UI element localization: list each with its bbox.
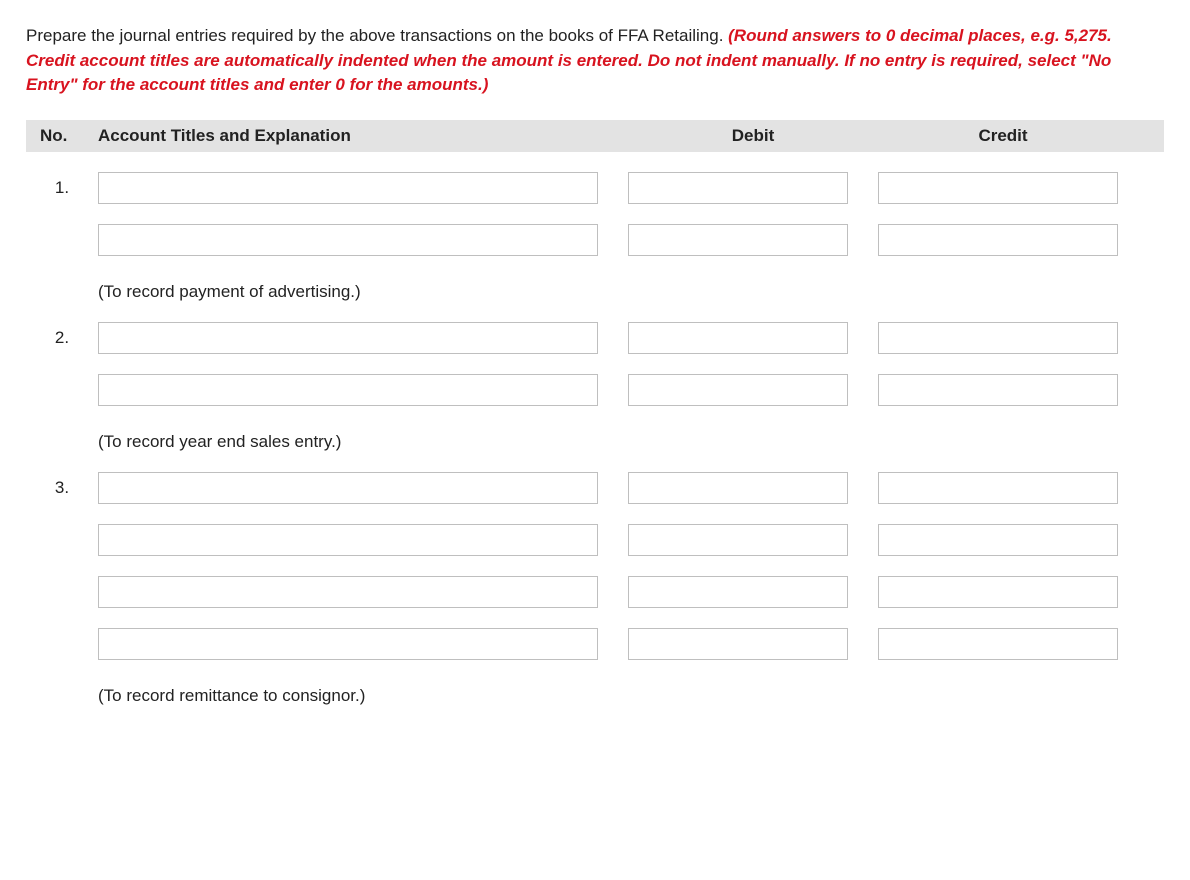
table-row: 3. — [26, 472, 1164, 504]
explanation-text: (To record remittance to consignor.) — [98, 686, 365, 706]
table-row — [26, 628, 1164, 660]
account-title-input[interactable] — [98, 472, 598, 504]
table-row: 2. — [26, 322, 1164, 354]
debit-input[interactable] — [628, 172, 848, 204]
credit-input[interactable] — [878, 374, 1118, 406]
account-title-input[interactable] — [98, 224, 598, 256]
credit-input[interactable] — [878, 322, 1118, 354]
account-title-input[interactable] — [98, 322, 598, 354]
row-number: 3. — [26, 478, 98, 498]
table-row — [26, 576, 1164, 608]
debit-input[interactable] — [628, 322, 848, 354]
account-title-input[interactable] — [98, 524, 598, 556]
debit-input[interactable] — [628, 524, 848, 556]
debit-input[interactable] — [628, 224, 848, 256]
table-row: 1. — [26, 172, 1164, 204]
credit-input[interactable] — [878, 628, 1118, 660]
header-title: Account Titles and Explanation — [98, 126, 628, 146]
instructions-lead: Prepare the journal entries required by … — [26, 26, 728, 45]
header-debit: Debit — [628, 126, 878, 146]
row-number: 2. — [26, 328, 98, 348]
debit-input[interactable] — [628, 374, 848, 406]
table-header: No. Account Titles and Explanation Debit… — [26, 120, 1164, 152]
row-number: 1. — [26, 178, 98, 198]
table-row — [26, 524, 1164, 556]
table-row — [26, 374, 1164, 406]
instructions-text: Prepare the journal entries required by … — [26, 24, 1164, 98]
explanation-row: (To record payment of advertising.) — [26, 282, 1164, 302]
table-row — [26, 224, 1164, 256]
credit-input[interactable] — [878, 524, 1118, 556]
debit-input[interactable] — [628, 628, 848, 660]
explanation-row: (To record year end sales entry.) — [26, 432, 1164, 452]
debit-input[interactable] — [628, 576, 848, 608]
credit-input[interactable] — [878, 224, 1118, 256]
explanation-text: (To record year end sales entry.) — [98, 432, 341, 452]
account-title-input[interactable] — [98, 576, 598, 608]
header-no: No. — [26, 126, 98, 146]
credit-input[interactable] — [878, 472, 1118, 504]
debit-input[interactable] — [628, 472, 848, 504]
account-title-input[interactable] — [98, 628, 598, 660]
account-title-input[interactable] — [98, 172, 598, 204]
explanation-text: (To record payment of advertising.) — [98, 282, 361, 302]
credit-input[interactable] — [878, 172, 1118, 204]
header-credit: Credit — [878, 126, 1128, 146]
account-title-input[interactable] — [98, 374, 598, 406]
explanation-row: (To record remittance to consignor.) — [26, 686, 1164, 706]
credit-input[interactable] — [878, 576, 1118, 608]
